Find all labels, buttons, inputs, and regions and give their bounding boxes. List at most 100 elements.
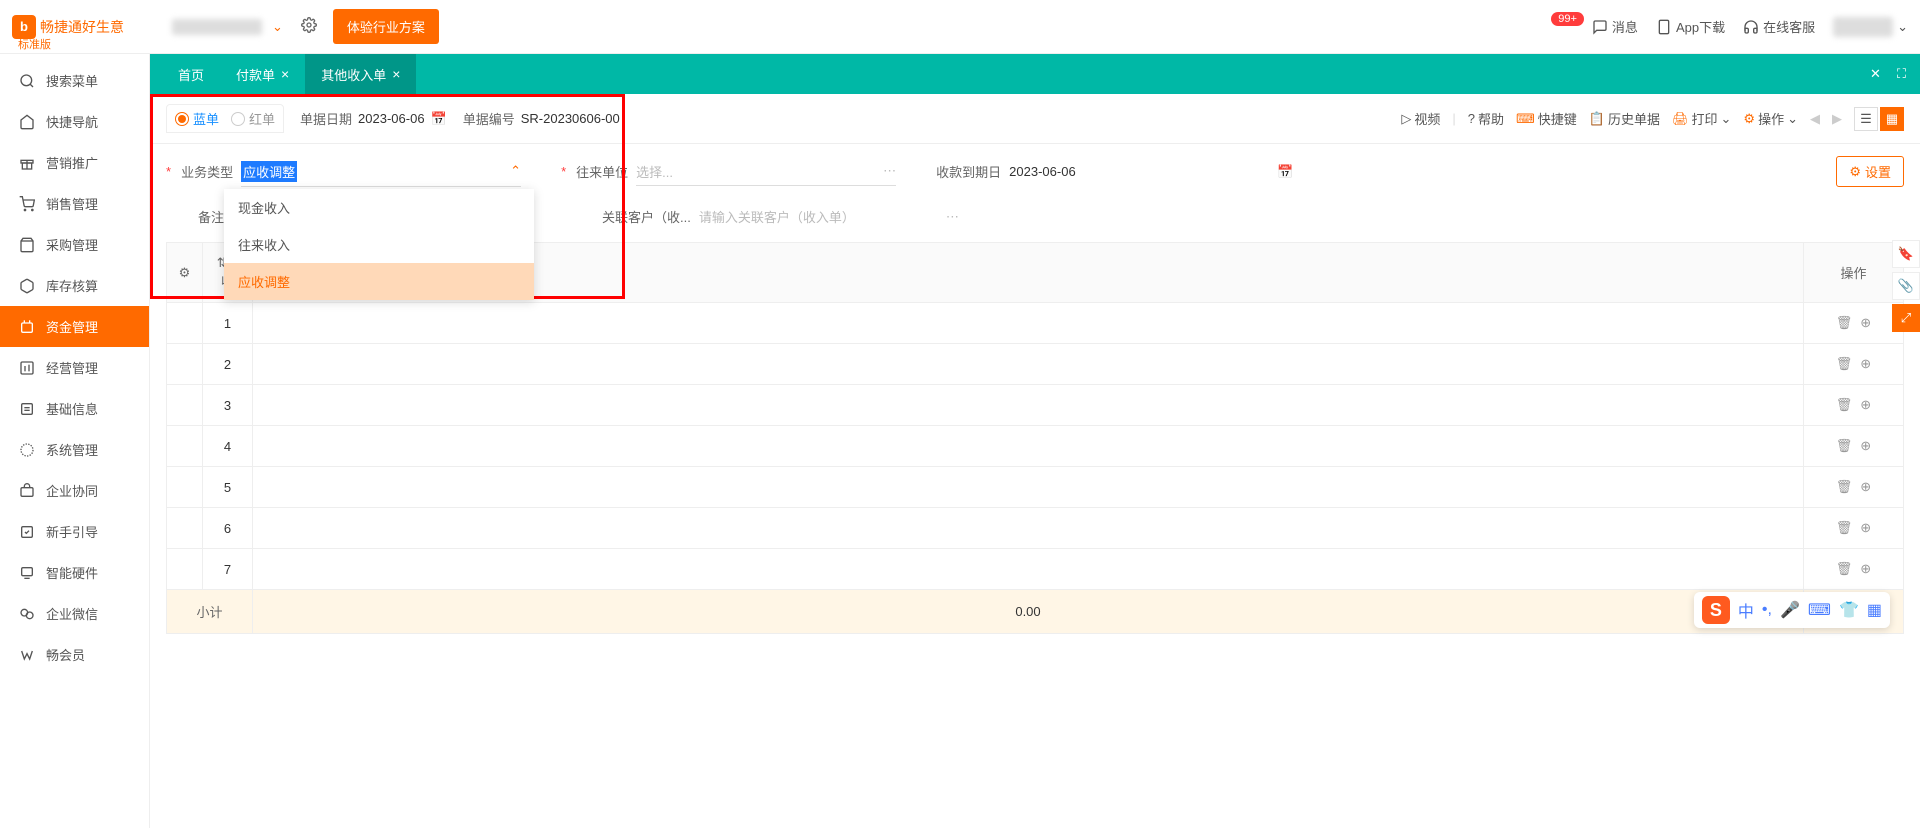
settings-button[interactable]: ⚙ 设置 [1836,156,1904,187]
table-row[interactable]: 1🗑⊕ [167,303,1904,344]
view-card-icon[interactable]: ▦ [1880,107,1904,131]
sidebar-item-nav[interactable]: 快捷导航 [0,101,149,142]
radio-blue[interactable]: 蓝单 [175,109,219,128]
calendar-icon[interactable]: 📅 [431,111,447,127]
calendar-icon[interactable]: 📅 [1277,164,1293,180]
chart-icon [18,359,36,377]
biz-type-select[interactable]: 应收调整 ⌃ [241,157,521,187]
more-icon[interactable]: ⋯ [883,163,896,179]
team-icon [18,482,36,500]
ime-lang[interactable]: 中 [1738,598,1754,622]
table-row[interactable]: 3🗑⊕ [167,385,1904,426]
sidebar-item-funds[interactable]: 资金管理 [0,306,149,347]
cta-button[interactable]: 体验行业方案 [333,9,439,44]
badge: 99+ [1551,12,1584,26]
copy-icon[interactable]: ⊕ [1860,479,1871,495]
sidebar-item-sales[interactable]: 销售管理 [0,183,149,224]
prev-icon[interactable]: ◀ [1810,111,1820,127]
bag-icon [18,236,36,254]
messages-label: 消息 [1612,17,1638,36]
gear-icon[interactable] [293,17,325,36]
sidebar-item-purchase[interactable]: 采购管理 [0,224,149,265]
ime-logo-icon: S [1702,596,1730,624]
app-download-link[interactable]: App下载 [1656,17,1725,36]
delete-icon[interactable]: 🗑 [1836,520,1853,536]
expand-icon[interactable]: ⛶ [1893,62,1910,86]
bill-number-field: 单据编号 SR-20230606-00 [463,109,620,128]
video-link[interactable]: ▷ 视频 [1401,109,1440,128]
copy-icon[interactable]: ⊕ [1860,356,1871,372]
table-row[interactable]: 6🗑⊕ [167,508,1904,549]
dropdown-item-adjust[interactable]: 应收调整 [224,263,534,300]
view-list-icon[interactable]: ☰ [1854,107,1878,131]
next-icon[interactable]: ▶ [1832,111,1842,127]
shortcut-link[interactable]: ⌨ 快捷键 [1516,109,1577,128]
delete-icon[interactable]: 🗑 [1836,438,1853,454]
print-link[interactable]: 🖨 打印 ⌄ [1672,109,1731,128]
bill-date-value[interactable]: 2023-06-06 [358,111,425,126]
dropdown-item-cash[interactable]: 现金收入 [224,189,534,226]
sidebar-item-collab[interactable]: 企业协同 [0,470,149,511]
copy-icon[interactable]: ⊕ [1860,438,1871,454]
partner-select[interactable]: 选择... ⋯ [636,158,896,186]
ime-skin-icon[interactable]: 👕 [1839,600,1859,620]
table-row[interactable]: 2🗑⊕ [167,344,1904,385]
delete-icon[interactable]: 🗑 [1836,315,1853,331]
online-service-link[interactable]: 在线客服 [1743,17,1815,36]
col-settings[interactable]: ⚙ [167,243,203,303]
history-link[interactable]: 📋 历史单据 [1589,109,1660,128]
delete-icon[interactable]: 🗑 [1836,561,1853,577]
rail-tag-icon[interactable]: 🔖 [1892,240,1920,268]
toolbar-right: ▷ 视频 | ? 帮助 ⌨ 快捷键 📋 历史单据 🖨 打印 ⌄ ⚙ 操作 ⌄ ◀… [1401,107,1904,131]
radio-icon [175,112,189,126]
dropdown-item-current[interactable]: 往来收入 [224,226,534,263]
org-selector[interactable]: ⌄ [172,19,293,35]
sidebar-item-hardware[interactable]: 智能硬件 [0,552,149,593]
delete-icon[interactable]: 🗑 [1836,356,1853,372]
close-icon[interactable]: × [392,66,400,82]
sidebar-item-inventory[interactable]: 库存核算 [0,265,149,306]
sidebar-item-basic[interactable]: 基础信息 [0,388,149,429]
copy-icon[interactable]: ⊕ [1860,561,1871,577]
copy-icon[interactable]: ⊕ [1860,520,1871,536]
due-date-field: 收款到期日 2023-06-06 📅 [936,160,1293,183]
relate-customer-input[interactable]: 请输入关联客户（收入单） ⋯ [699,203,959,230]
sidebar-item-guide[interactable]: 新手引导 [0,511,149,552]
table-row[interactable]: 4🗑⊕ [167,426,1904,467]
subtotal-row: 小计 0.00 [167,590,1904,634]
delete-icon[interactable]: 🗑 [1836,479,1853,495]
copy-icon[interactable]: ⊕ [1860,315,1871,331]
copy-icon[interactable]: ⊕ [1860,397,1871,413]
rail-expand-icon[interactable]: ⤢ [1892,304,1920,332]
operate-link[interactable]: ⚙ 操作 ⌄ [1743,109,1798,128]
messages-link[interactable]: 99+ 消息 [1555,17,1638,36]
sidebar-item-system[interactable]: 系统管理 [0,429,149,470]
sidebar-item-search[interactable]: 搜索菜单 [0,60,149,101]
sidebar-item-wechat[interactable]: 企业微信 [0,593,149,634]
online-service-label: 在线客服 [1763,17,1815,36]
tab-other-income[interactable]: 其他收入单× [305,54,416,94]
delete-icon[interactable]: 🗑 [1836,397,1853,413]
table-row[interactable]: 5🗑⊕ [167,467,1904,508]
close-icon[interactable]: × [281,66,289,82]
help-link[interactable]: ? 帮助 [1468,109,1504,128]
close-all-icon[interactable]: ✕ [1866,62,1885,86]
ime-menu-icon[interactable]: ▦ [1867,600,1882,620]
tab-payment[interactable]: 付款单× [220,54,305,94]
ime-keyboard-icon[interactable]: ⌨ [1808,600,1831,620]
ime-bar[interactable]: S 中 •, 🎤 ⌨ 👕 ▦ [1694,592,1890,628]
tab-home[interactable]: 首页 [162,54,220,94]
app-download-label: App下载 [1676,17,1725,36]
ime-punct-icon[interactable]: •, [1762,601,1772,619]
ime-voice-icon[interactable]: 🎤 [1780,600,1800,620]
due-date-input[interactable]: 2023-06-06 [1009,160,1269,183]
form-toolbar: 蓝单 红单 单据日期 2023-06-06 📅 单据编号 SR-20230606… [150,94,1920,144]
sidebar-item-marketing[interactable]: 营销推广 [0,142,149,183]
more-icon[interactable]: ⋯ [946,209,959,225]
sidebar-item-business[interactable]: 经营管理 [0,347,149,388]
sidebar-item-vip[interactable]: 畅会员 [0,634,149,675]
user-menu[interactable]: ⌄ [1833,17,1908,37]
table-row[interactable]: 7🗑⊕ [167,549,1904,590]
radio-red[interactable]: 红单 [231,109,275,128]
rail-attach-icon[interactable]: 📎 [1892,272,1920,300]
